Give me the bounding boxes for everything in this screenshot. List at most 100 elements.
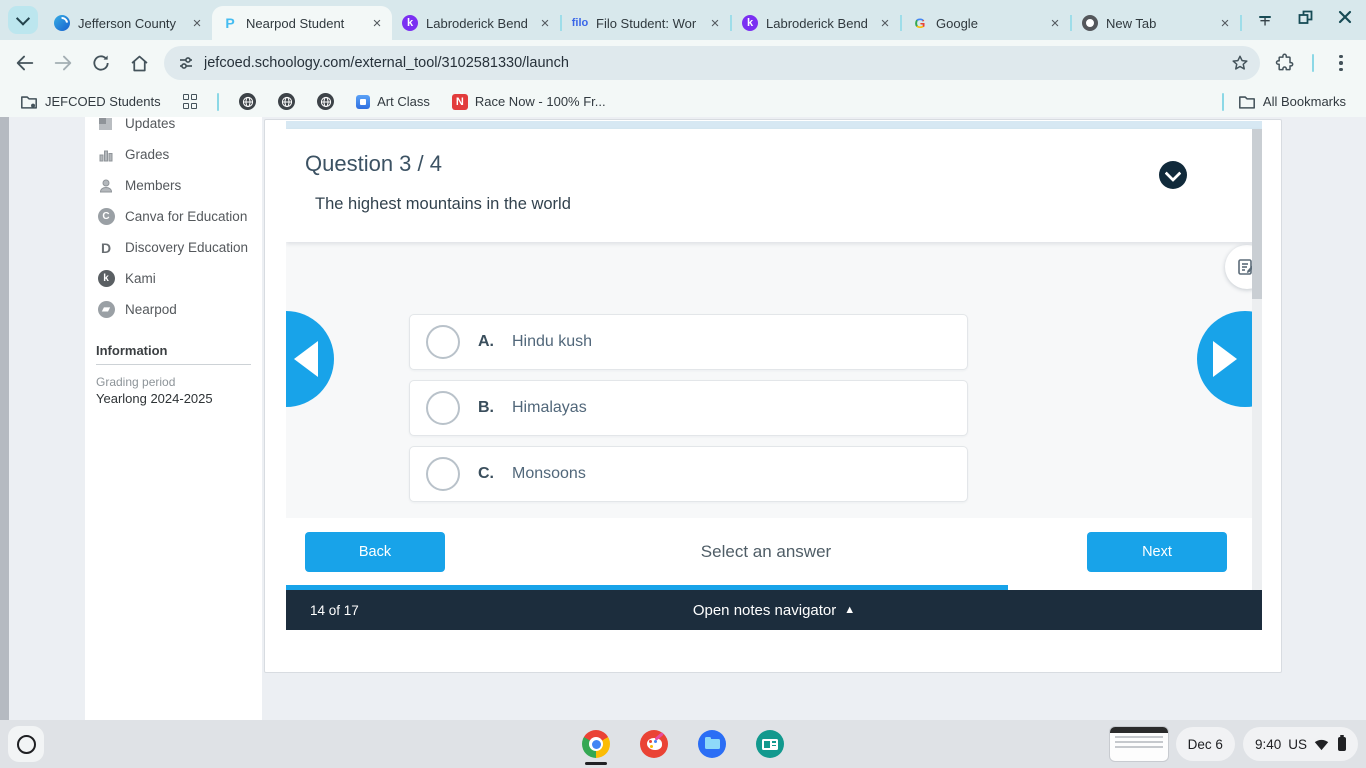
bookmarks-bar-right: All Bookmarks [1216,91,1354,113]
keyboard-layout-text: US [1288,736,1307,752]
home-button[interactable] [122,46,156,80]
managed-bookmarks-folder[interactable]: JEFCOED Students [12,91,169,113]
filo-favicon: filo [571,17,589,29]
answer-letter: B. [478,399,494,416]
course-sidebar: Updates Grades Members C Canva for Educa… [85,117,262,720]
tab-title: New Tab [1106,15,1157,31]
arrow-right-icon [1213,341,1237,377]
tab-filo-student[interactable]: filo Filo Student: Wor × [562,6,730,40]
grades-icon [96,145,116,165]
bookmark-race-now[interactable]: N Race Now - 100% Fr... [444,91,614,113]
close-icon[interactable]: × [536,14,554,32]
back-button[interactable] [8,46,42,80]
back-arrow-icon [16,55,34,71]
sidebar-item-grades[interactable]: Grades [96,139,262,170]
radio-button[interactable] [426,457,460,491]
schoology-content-card: Question 3 / 4 The highest mountains in … [264,119,1282,673]
scrollbar-thumb[interactable] [1252,129,1262,299]
grading-period-label: Grading period [96,375,176,389]
radio-button[interactable] [426,325,460,359]
google-favicon: G [912,15,928,31]
sidebar-item-kami[interactable]: k Kami [96,263,262,294]
shelf-status-area: Dec 6 9:40 US [1109,727,1358,761]
close-icon [1338,10,1352,24]
powerschool-favicon [53,14,71,32]
all-bookmarks-label: All Bookmarks [1262,94,1346,109]
home-icon [130,55,148,71]
browser-menu-button[interactable] [1324,46,1358,80]
collapse-question-button[interactable] [1159,161,1187,189]
canvas-app-icon[interactable] [640,730,668,758]
all-bookmarks-button[interactable]: All Bookmarks [1230,91,1354,113]
toolbar-divider [1312,54,1314,72]
close-icon[interactable]: × [1046,14,1064,32]
sidebar-item-canva[interactable]: C Canva for Education [96,201,262,232]
previous-slide-arrow[interactable] [286,311,334,407]
window-preview-thumbnail[interactable] [1109,727,1168,761]
answer-option-c[interactable]: C. Monsoons [409,446,968,502]
quiz-next-button[interactable]: Next [1087,531,1227,572]
information-divider [96,364,251,365]
minimize-button[interactable] [1256,8,1274,26]
forward-button[interactable] [46,46,80,80]
race-now-favicon: N [451,93,468,110]
bookmark-globe-1[interactable] [231,90,264,113]
answers-area: A. Hindu kush B. Himalayas C. Monsoons [286,242,1262,518]
close-icon[interactable]: × [188,14,206,32]
tab-separator [1240,15,1242,31]
answer-status-text: Select an answer [700,541,832,561]
page-content: Updates Grades Members C Canva for Educa… [0,117,1366,720]
discovery-education-icon: D [100,239,112,256]
bookmark-art-class[interactable]: Art Class [348,91,438,112]
close-window-button[interactable] [1336,8,1354,26]
sidebar-item-label: Members [125,178,182,193]
sidebar-item-members[interactable]: Members [96,170,262,201]
sidebar-item-nearpod[interactable]: ▰ Nearpod [96,294,262,325]
tab-jefferson-county[interactable]: Jefferson County × [44,6,212,40]
files-app-icon[interactable] [698,730,726,758]
screen: Jefferson County × P Nearpod Student × k… [0,0,1366,768]
date-pill[interactable]: Dec 6 [1175,727,1235,761]
bookmark-globe-3[interactable] [309,90,342,113]
tab-google[interactable]: G Google × [902,6,1070,40]
sidebar-item-discovery[interactable]: D Discovery Education [96,232,262,263]
close-icon[interactable]: × [706,14,724,32]
bookmark-label: Art Class [377,94,430,109]
close-icon[interactable]: × [876,14,894,32]
address-bar[interactable]: jefcoed.schoology.com/external_tool/3102… [164,46,1260,80]
reload-button[interactable] [84,46,118,80]
open-notes-navigator-button[interactable]: Open notes navigator ▲ [693,602,855,619]
bookmark-star-button[interactable] [1230,53,1250,73]
extensions-button[interactable] [1268,46,1302,80]
apps-shortcut[interactable] [175,91,206,112]
close-icon[interactable]: × [1216,14,1234,32]
url-text[interactable]: jefcoed.schoology.com/external_tool/3102… [204,55,1220,71]
tab-search-button[interactable] [8,6,38,34]
bookmark-globe-2[interactable] [270,90,303,113]
player-top-strip [286,121,1262,129]
chevron-down-icon [1164,165,1182,183]
answer-option-a[interactable]: A. Hindu kush [409,314,968,370]
tab-labroderick-2[interactable]: k Labroderick Bend × [732,6,900,40]
sidebar-item-label: Kami [125,271,156,286]
chrome-app-icon[interactable] [582,730,610,765]
status-tray[interactable]: 9:40 US [1242,727,1358,761]
bookmark-label: Race Now - 100% Fr... [474,94,606,109]
restore-button[interactable] [1296,8,1314,26]
tab-title: Labroderick Bend [426,15,528,31]
radio-button[interactable] [426,391,460,425]
answer-option-b[interactable]: B. Himalayas [409,380,968,436]
minimize-icon [1259,15,1271,19]
answer-list: A. Hindu kush B. Himalayas C. Monsoons [409,314,968,502]
teal-app-icon[interactable] [756,730,784,758]
sidebar-item-updates[interactable]: Updates [96,117,262,139]
tab-labroderick-1[interactable]: k Labroderick Bend × [392,6,560,40]
nearpod-player: Question 3 / 4 The highest mountains in … [286,121,1262,630]
quiz-back-button[interactable]: Back [305,531,445,572]
close-icon[interactable]: × [368,14,386,32]
tab-nearpod-student[interactable]: P Nearpod Student × [212,6,392,40]
updates-icon [96,117,116,134]
chevron-down-icon [15,11,31,26]
iframe-scrollbar[interactable] [1252,129,1262,590]
tab-new-tab[interactable]: New Tab × [1072,6,1240,40]
